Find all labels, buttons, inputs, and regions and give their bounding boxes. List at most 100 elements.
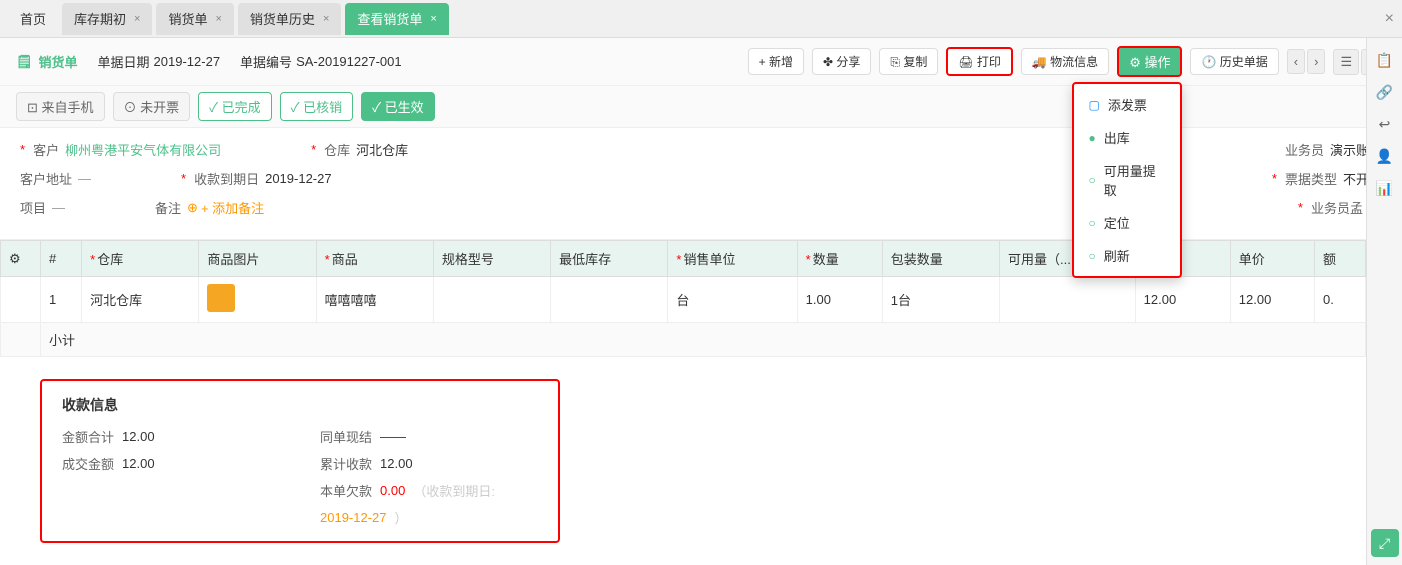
row-settings (1, 277, 41, 323)
effective-btn[interactable]: ✓ 已生效 (361, 92, 435, 121)
col-product-img: 商品图片 (199, 241, 316, 277)
doc-no-field: 单据编号 SA-20191227-001 (240, 52, 402, 71)
sidebar-icon-3[interactable]: ↩ (1371, 110, 1399, 138)
payment-same-settle-value: —— (380, 429, 406, 444)
row-product-img (199, 277, 316, 323)
due-date-label: 收款到期日 (194, 169, 259, 188)
payment-due-date: 2019-12-27 (320, 510, 387, 525)
new-button[interactable]: + 新增 (748, 48, 804, 75)
window-close-button[interactable]: × (1385, 10, 1394, 28)
outbound-icon: ● (1088, 131, 1095, 145)
dropdown-available[interactable]: ○ 可用量提取 (1074, 154, 1180, 206)
payment-deal-label: 成交金额 (62, 454, 114, 473)
tab-sales-close[interactable]: × (215, 13, 221, 25)
dropdown-add-invoice-label: 添发票 (1108, 95, 1147, 114)
dropdown-locate[interactable]: ○ 定位 (1074, 206, 1180, 239)
payment-overdue-note: （收款到期日: (413, 481, 495, 500)
payment-collected-value: 12.00 (380, 456, 413, 471)
row-product: 嘻嘻嘻嘻 (316, 277, 433, 323)
tab-inventory[interactable]: 库存期初 × (62, 3, 152, 35)
subtotal-label: 小计 (41, 323, 1366, 357)
dropdown-refresh[interactable]: ○ 刷新 (1074, 239, 1180, 272)
payment-total-label: 金额合计 (62, 427, 114, 446)
col-product: *商品 (316, 241, 433, 277)
dropdown-outbound-label: 出库 (1104, 128, 1130, 147)
row-quantity: 1.00 (797, 277, 882, 323)
col-amount: 额 (1314, 241, 1365, 277)
row-amount: 0. (1314, 277, 1365, 323)
dropdown-outbound[interactable]: ● 出库 (1074, 121, 1180, 154)
sidebar-icon-1[interactable]: 📋 (1371, 46, 1399, 74)
tab-history-close[interactable]: × (323, 13, 329, 25)
tab-history-label: 销货单历史 (250, 9, 315, 28)
payment-grid: 金额合计 12.00 同单现结 —— 成交金额 12.00 累计收款 12.00 (62, 427, 538, 527)
customer-label: 客户 (33, 140, 59, 159)
doc-no-label: 单据编号 (240, 52, 292, 71)
col-min-stock: 最低库存 (551, 241, 668, 277)
completed-btn[interactable]: ✓ 已完成 (198, 92, 272, 121)
tab-home-label: 首页 (20, 9, 46, 28)
col-num: # (41, 241, 82, 277)
prev-arrow[interactable]: ‹ (1287, 49, 1305, 74)
add-invoice-icon: ▢ (1088, 98, 1099, 112)
tab-home[interactable]: 首页 (8, 3, 58, 35)
next-arrow[interactable]: › (1307, 49, 1325, 74)
payment-collected-label: 累计收款 (320, 454, 372, 473)
operate-button[interactable]: ⚙ 操作 (1117, 46, 1182, 77)
completed-label: ✓ 已完成 (209, 97, 261, 116)
payment-total-row: 金额合计 12.00 (62, 427, 280, 446)
warehouse-required-star: * (311, 142, 316, 157)
sales-staff-label: 业务员孟 (1311, 198, 1363, 217)
row-spec (433, 277, 550, 323)
col-warehouse: *仓库 (82, 241, 199, 277)
dropdown-locate-label: 定位 (1104, 213, 1130, 232)
tab-view-close[interactable]: × (430, 13, 436, 25)
sidebar-icon-6[interactable]: ⤢ (1371, 529, 1399, 557)
warehouse-value: 河北仓库 (356, 140, 408, 159)
verified-btn[interactable]: ✓ 已核销 (280, 92, 354, 121)
warehouse-label: 仓库 (324, 140, 350, 159)
history-button[interactable]: 🕐 历史单据 (1190, 48, 1278, 75)
from-mobile-btn[interactable]: ⊡ 来自手机 (16, 92, 105, 121)
print-button[interactable]: 🖨 打印 (946, 47, 1013, 76)
row-min-stock (551, 277, 668, 323)
logistics-button[interactable]: 🚚 物流信息 (1021, 48, 1109, 75)
payment-overdue-value: 0.00 (380, 483, 405, 498)
add-notes-btn[interactable]: ⊕ + 添加备注 (187, 198, 264, 217)
sidebar-icon-4[interactable]: 👤 (1371, 142, 1399, 170)
payment-overdue-label: 本单欠款 (320, 481, 372, 500)
bottom-section: 收款信息 金额合计 12.00 同单现结 —— 成交金额 12.00 (0, 357, 1402, 565)
row-unit-price: 12.00 (1230, 277, 1314, 323)
tab-view-label: 查看销货单 (357, 9, 422, 28)
tab-sales-order[interactable]: 销货单 × (156, 3, 233, 35)
col-unit-price: 单价 (1230, 241, 1314, 277)
col-spec: 规格型号 (433, 241, 550, 277)
payment-overdue-row: 本单欠款 0.00 （收款到期日: 2019-12-27） (320, 481, 538, 527)
sidebar-icon-5[interactable]: 📊 (1371, 174, 1399, 202)
list-view-btn[interactable]: ☰ (1333, 49, 1359, 75)
copy-button[interactable]: ⎘ 复制 (879, 48, 938, 75)
form-section: * 客户 柳州粤港平安气体有限公司 * 仓库 河北仓库 业务员 演示账号 客户地… (0, 128, 1402, 240)
sidebar-icon-2[interactable]: 🔗 (1371, 78, 1399, 106)
col-quantity: *数量 (797, 241, 882, 277)
doc-date-value: 2019-12-27 (154, 54, 221, 69)
staff-label: 业务员 (1285, 140, 1324, 159)
dropdown-add-invoice[interactable]: ▢ 添发票 (1074, 88, 1180, 121)
ticket-star: * (1272, 171, 1277, 186)
table-row: 1 河北仓库 嘻嘻嘻嘻 台 1.00 1台 12.00 12.00 (1, 277, 1366, 323)
locate-icon: ○ (1088, 216, 1095, 230)
tab-sales-history[interactable]: 销货单历史 × (238, 3, 341, 35)
tab-view-sales[interactable]: 查看销货单 × (345, 3, 448, 35)
due-date-field: * 收款到期日 2019-12-27 (181, 169, 332, 188)
customer-value[interactable]: 柳州粤港平安气体有限公司 (65, 140, 221, 159)
uninvoiced-btn[interactable]: ⊙ 未开票 (113, 92, 191, 121)
main-content: 🗒 销货单 单据日期 2019-12-27 单据编号 SA-20191227-0… (0, 38, 1402, 565)
doc-header: 🗒 销货单 单据日期 2019-12-27 单据编号 SA-20191227-0… (0, 38, 1402, 86)
doc-actions: + 新增 ✤ 分享 ⎘ 复制 🖨 打印 🚚 物流信息 ⚙ 操作 ▢ 添发票 (748, 46, 1386, 77)
row-available (1000, 277, 1136, 323)
add-notes-icon: ⊕ (187, 200, 198, 216)
payment-same-settle-label: 同单现结 (320, 427, 372, 446)
payment-total-value: 12.00 (122, 429, 155, 444)
tab-inventory-close[interactable]: × (134, 13, 140, 25)
share-button[interactable]: ✤ 分享 (812, 48, 871, 75)
